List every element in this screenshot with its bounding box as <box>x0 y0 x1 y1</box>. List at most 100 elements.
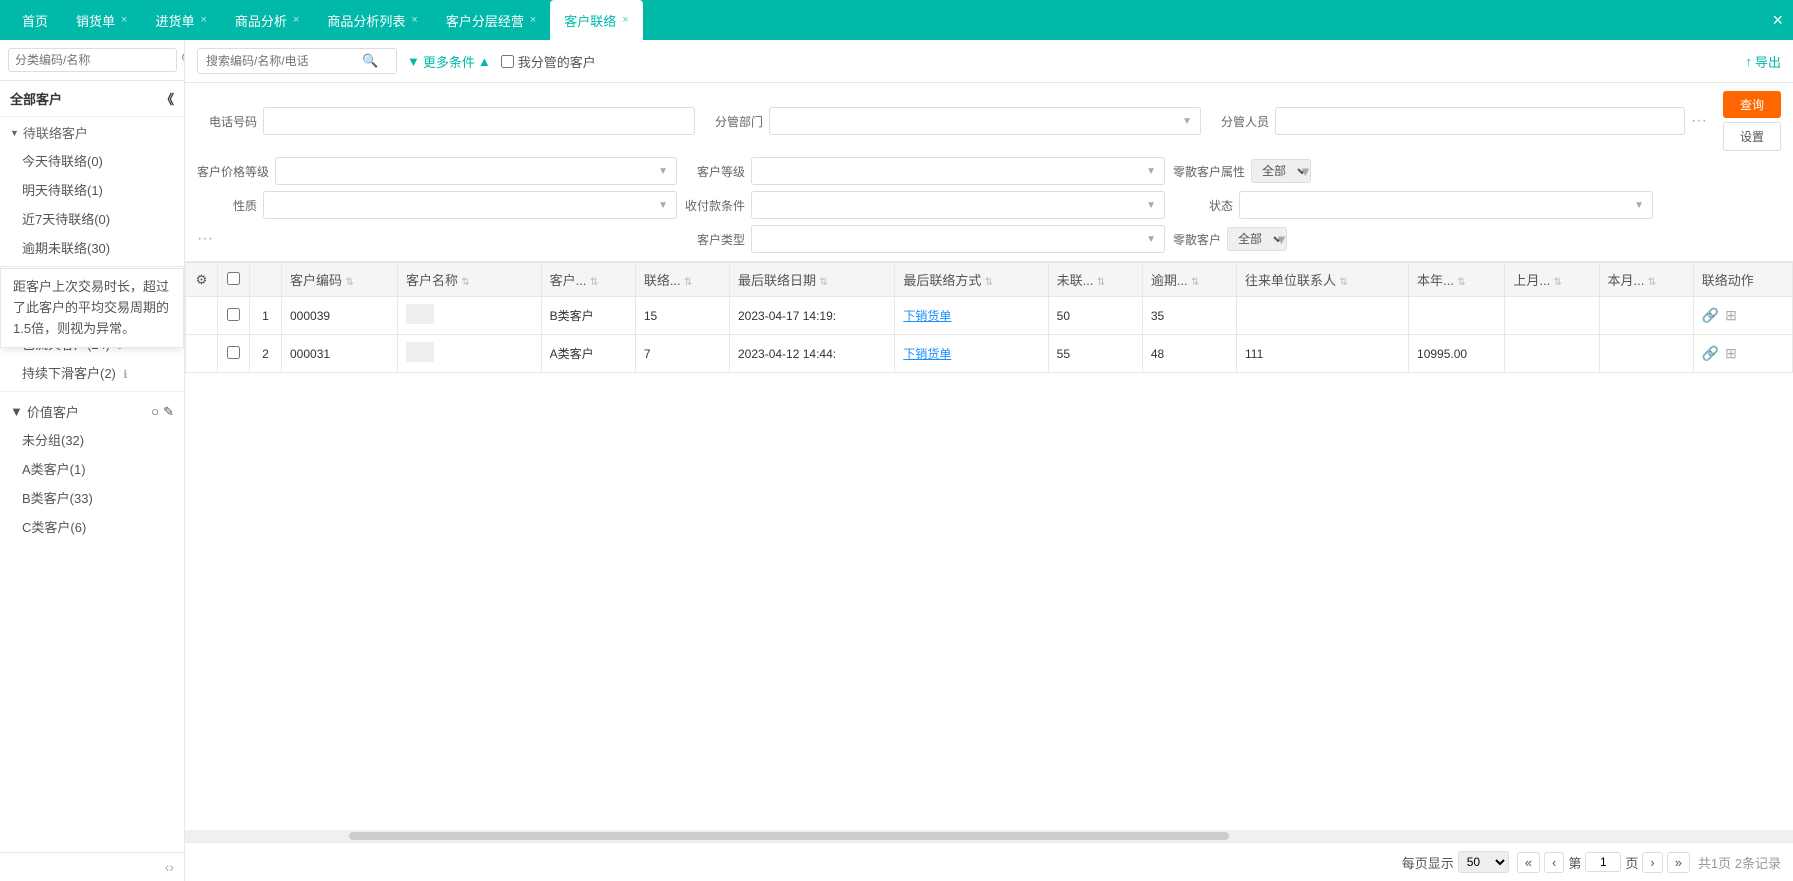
row2-grid-icon[interactable]: ⊞ <box>1725 345 1737 362</box>
top-navigation: 首页 销货单 × 进货单 × 商品分析 × 商品分析列表 × 客户分层经营 × … <box>0 0 1793 40</box>
nav-product-analysis-list[interactable]: 商品分析列表 × <box>313 0 431 40</box>
row1-link-icon[interactable]: 🔗 <box>1702 307 1719 324</box>
main-search-input[interactable] <box>206 54 356 68</box>
close-sales-order-icon[interactable]: × <box>121 14 127 26</box>
per-page-select[interactable]: 50 10 20 100 <box>1458 851 1509 873</box>
filter-status-dropdown[interactable]: ▼ <box>1239 191 1653 219</box>
row1-name <box>397 297 541 335</box>
settings-button[interactable]: 设置 <box>1723 122 1781 151</box>
export-button[interactable]: ↑ 导出 <box>1745 52 1781 71</box>
close-purchase-order-icon[interactable]: × <box>200 14 206 26</box>
sidebar-search-icon[interactable]: 🔍 <box>181 52 185 68</box>
col-checkbox[interactable] <box>218 263 250 297</box>
close-customer-contact-icon[interactable]: × <box>622 14 628 26</box>
sidebar-item-class-b[interactable]: B类客户(33) <box>0 483 184 512</box>
row1-check[interactable] <box>227 308 240 321</box>
more-conditions-btn[interactable]: ▼ 更多条件 ▲ <box>407 52 491 71</box>
all-customers-header[interactable]: 全部客户 《 <box>0 81 184 117</box>
col-settings[interactable]: ⚙ <box>186 263 218 297</box>
sidebar-item-overdue[interactable]: 逾期未联络(30) <box>0 233 184 262</box>
my-customers-checkbox[interactable]: 我分管的客户 <box>501 52 596 71</box>
nav-home[interactable]: 首页 <box>8 0 62 40</box>
sidebar-search-input[interactable] <box>8 48 177 72</box>
nav-customer-layering[interactable]: 客户分层经营 × <box>432 0 550 40</box>
filter-price-dropdown[interactable]: ▼ <box>275 157 677 185</box>
col-this-year[interactable]: 本年... ⇅ <box>1409 263 1505 297</box>
row2-last-method[interactable]: 下销货单 <box>895 335 1048 373</box>
sidebar-item-today[interactable]: 今天待联络(0) <box>0 146 184 175</box>
scatter-attr-select[interactable]: 全部 <box>1251 159 1311 183</box>
filter-level-dropdown[interactable]: ▼ <box>751 157 1165 185</box>
close-product-analysis-icon[interactable]: × <box>293 14 299 26</box>
filter-phone-input[interactable] <box>263 107 695 135</box>
page-label: 第 <box>1568 853 1581 872</box>
sidebar-item-declining[interactable]: 持续下滑客户(2) ℹ <box>0 358 184 387</box>
col-code[interactable]: 客户编码 ⇅ <box>282 263 398 297</box>
row2-check[interactable] <box>227 346 240 359</box>
first-page-button[interactable]: « <box>1517 852 1540 873</box>
row1-grid-icon[interactable]: ⊞ <box>1725 307 1737 324</box>
col-uncontacted[interactable]: 未联... ⇅ <box>1048 263 1142 297</box>
nav-product-analysis[interactable]: 商品分析 × <box>221 0 313 40</box>
close-customer-layering-icon[interactable]: × <box>530 14 536 26</box>
sidebar-item-class-c[interactable]: C类客户(6) <box>0 512 184 541</box>
row1-checkbox[interactable] <box>218 297 250 335</box>
horizontal-scrollbar[interactable] <box>185 830 1793 842</box>
col-contact[interactable]: 联络... ⇅ <box>635 263 729 297</box>
filter-payment-dropdown[interactable]: ▼ <box>751 191 1165 219</box>
col-name[interactable]: 客户名称 ⇅ <box>397 263 541 297</box>
page-input[interactable] <box>1585 852 1621 872</box>
col-last-method[interactable]: 最后联络方式 ⇅ <box>895 263 1048 297</box>
nav-customer-contact[interactable]: 客户联络 × <box>550 0 642 40</box>
refresh-icon[interactable]: ○ <box>151 404 159 420</box>
my-customers-check-input[interactable] <box>501 55 514 68</box>
sidebar-item-7days[interactable]: 近7天待联络(0) <box>0 204 184 233</box>
last-page-button[interactable]: » <box>1667 852 1690 873</box>
sidebar-item-tomorrow[interactable]: 明天待联络(1) <box>0 175 184 204</box>
col-last-date[interactable]: 最后联络日期 ⇅ <box>730 263 895 297</box>
select-all-checkbox[interactable] <box>227 272 240 285</box>
sidebar-nav-right-icon[interactable]: › <box>169 859 174 875</box>
col-company-contact[interactable]: 往来单位联系人 ⇅ <box>1237 263 1409 297</box>
main-search-icon[interactable]: 🔍 <box>362 53 378 69</box>
row2-index: 2 <box>250 335 282 373</box>
row1-overdue: 35 <box>1142 297 1236 335</box>
dept-chevron-icon: ▼ <box>1182 116 1192 127</box>
close-product-analysis-list-icon[interactable]: × <box>411 14 417 26</box>
row2-checkbox[interactable] <box>218 335 250 373</box>
row1-actions: 🔗 ⊞ <box>1693 297 1792 335</box>
close-window-button[interactable]: × <box>1772 10 1783 31</box>
level-chevron-icon: ▼ <box>1146 166 1156 177</box>
next-page-button[interactable]: › <box>1642 852 1662 873</box>
col-last-month[interactable]: 上月... ⇅ <box>1505 263 1599 297</box>
row2-link-icon[interactable]: 🔗 <box>1702 345 1719 362</box>
code-sort-icon: ⇅ <box>345 277 353 288</box>
filter-type-dropdown[interactable]: ▼ <box>751 225 1165 253</box>
filter-nature-dropdown[interactable]: ▼ <box>263 191 677 219</box>
row1-last-method[interactable]: 下销货单 <box>895 297 1048 335</box>
pending-contact-group[interactable]: ▼ 待联络客户 <box>0 117 184 146</box>
filter-manager-input[interactable] <box>1275 107 1685 135</box>
col-overdue[interactable]: 逾期... ⇅ <box>1142 263 1236 297</box>
scatter-customer-select[interactable]: 全部 <box>1227 227 1287 251</box>
lastmonth-sort-icon: ⇅ <box>1554 277 1562 288</box>
value-customer-group[interactable]: ▼ 价值客户 ○ ✎ <box>0 396 184 425</box>
thismonth-sort-icon: ⇅ <box>1648 277 1656 288</box>
scroll-thumb[interactable] <box>349 832 1229 840</box>
nav-purchase-order[interactable]: 进货单 × <box>141 0 220 40</box>
query-button[interactable]: 查询 <box>1723 91 1781 118</box>
col-this-month[interactable]: 本月... ⇅ <box>1599 263 1693 297</box>
main-layout: 🔍 全部客户 《 ▼ 待联络客户 今天待联络(0) 明天待联络(1) 近7天待联… <box>0 40 1793 881</box>
extra-dots-icon[interactable]: ··· <box>197 230 213 248</box>
sidebar-item-class-a[interactable]: A类客户(1) <box>0 454 184 483</box>
col-category[interactable]: 客户... ⇅ <box>541 263 635 297</box>
edit-icon[interactable]: ✎ <box>163 404 174 420</box>
settings-icon[interactable]: ⚙ <box>196 272 208 287</box>
row1-index: 1 <box>250 297 282 335</box>
prev-page-button[interactable]: ‹ <box>1544 852 1564 873</box>
nav-sales-order[interactable]: 销货单 × <box>62 0 141 40</box>
all-customers-label: 全部客户 <box>10 89 62 108</box>
manager-dots-icon[interactable]: ··· <box>1691 112 1707 130</box>
filter-dept-dropdown[interactable]: ▼ <box>769 107 1201 135</box>
sidebar-item-ungrouped[interactable]: 未分组(32) <box>0 425 184 454</box>
